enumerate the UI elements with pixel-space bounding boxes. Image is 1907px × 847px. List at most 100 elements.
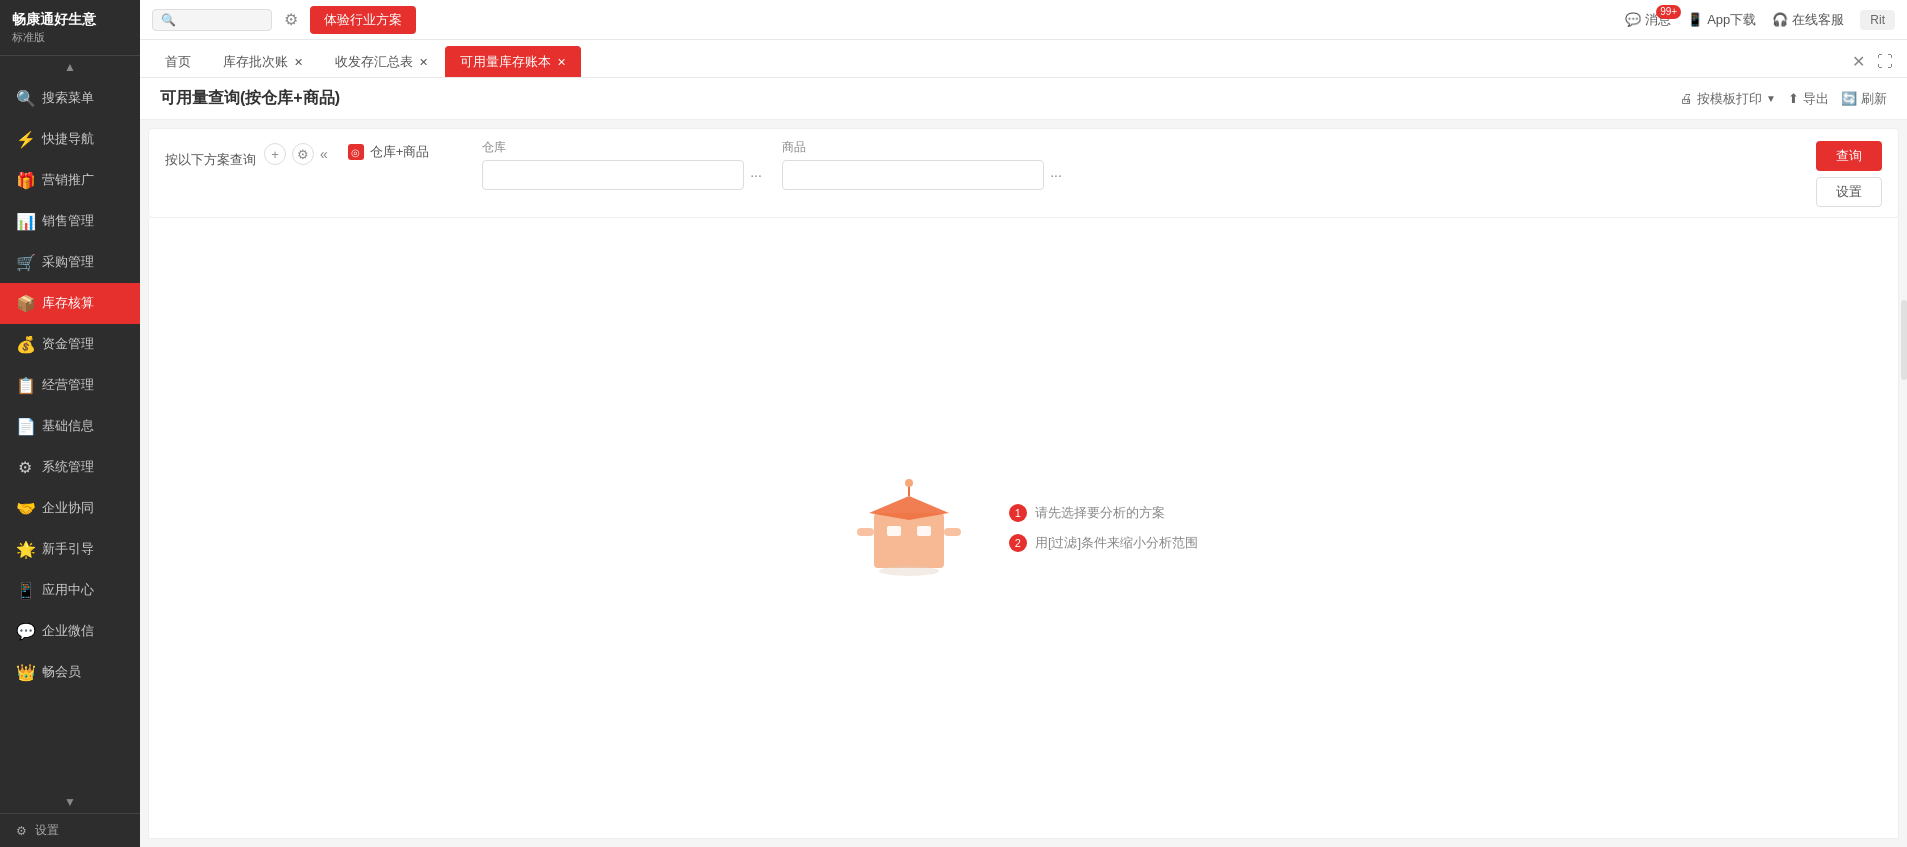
basic-icon: 📄 <box>16 417 34 436</box>
gear-icon: ⚙ <box>16 824 27 838</box>
warehouse-input[interactable] <box>482 160 744 190</box>
online-service-label: 在线客服 <box>1792 11 1844 29</box>
app-sub: 标准版 <box>12 30 128 45</box>
page-title: 可用量查询(按仓库+商品) <box>160 88 340 109</box>
scheme-item-warehouse-goods[interactable]: ◎ 仓库+商品 <box>340 139 470 165</box>
settings-scheme-btn[interactable]: ⚙ <box>292 143 314 165</box>
tab-home[interactable]: 首页 <box>150 46 206 77</box>
header-right: 💬 消息 99+ 📱 App下载 🎧 在线客服 Rit <box>1625 10 1895 30</box>
sidebar-item-guide[interactable]: 🌟 新手引导 <box>0 529 140 570</box>
hint-num-2: 2 <box>1009 534 1027 552</box>
sidebar-item-apps[interactable]: 📱 应用中心 <box>0 570 140 611</box>
user-menu[interactable]: Rit <box>1860 10 1895 30</box>
sidebar-label-operation: 经营管理 <box>42 376 94 394</box>
tab-close-batch[interactable]: ✕ <box>294 57 303 68</box>
app-download-link[interactable]: 📱 App下载 <box>1687 11 1756 29</box>
tab-label-available: 可用量库存账本 <box>460 53 551 71</box>
sidebar-item-wechat[interactable]: 💬 企业微信 <box>0 611 140 652</box>
warehouse-filter-label: 仓库 <box>482 139 762 156</box>
expand-window-btn[interactable]: ⛶ <box>1873 51 1897 73</box>
svg-point-8 <box>879 566 939 576</box>
tab-available[interactable]: 可用量库存账本 ✕ <box>445 46 581 77</box>
sidebar-item-sales[interactable]: 📊 销售管理 <box>0 201 140 242</box>
sidebar-label-sales: 销售管理 <box>42 212 94 230</box>
enterprise-icon: 🤝 <box>16 499 34 518</box>
wechat-icon: 💬 <box>16 622 34 641</box>
sidebar-item-system[interactable]: ⚙ 系统管理 <box>0 447 140 488</box>
sidebar-item-purchase[interactable]: 🛒 采购管理 <box>0 242 140 283</box>
refresh-btn[interactable]: 🔄 刷新 <box>1841 90 1887 108</box>
query-btn[interactable]: 查询 <box>1816 141 1882 171</box>
print-icon: 🖨 <box>1680 91 1693 106</box>
refresh-label: 刷新 <box>1861 90 1887 108</box>
sidebar-item-search[interactable]: 🔍 搜索菜单 <box>0 78 140 119</box>
settings-label: 设置 <box>35 822 59 839</box>
goods-more-btn[interactable]: ··· <box>1050 167 1062 183</box>
sidebar-label-marketing: 营销推广 <box>42 171 94 189</box>
phone-icon: 📱 <box>1687 12 1703 27</box>
scroll-down-btn[interactable]: ▼ <box>0 791 140 813</box>
sidebar-nav: 🔍 搜索菜单⚡ 快捷导航🎁 营销推广📊 销售管理🛒 采购管理📦 库存核算💰 资金… <box>0 78 140 791</box>
sidebar-item-basic[interactable]: 📄 基础信息 <box>0 406 140 447</box>
sidebar-bottom-actions[interactable]: ⚙ 设置 <box>0 813 140 847</box>
empty-robot-svg <box>849 468 969 588</box>
sidebar-item-finance[interactable]: 💰 资金管理 <box>0 324 140 365</box>
tab-batch[interactable]: 库存批次账✕ <box>208 46 318 77</box>
scroll-up-btn[interactable]: ▲ <box>0 56 140 78</box>
top-header: 🔍 ⚙ 体验行业方案 💬 消息 99+ 📱 App下载 🎧 在线客服 Rit <box>140 0 1907 40</box>
sidebar-label-system: 系统管理 <box>42 458 94 476</box>
sidebar-item-member[interactable]: 👑 畅会员 <box>0 652 140 693</box>
apps-icon: 📱 <box>16 581 34 600</box>
goods-input-row: ··· <box>782 160 1062 190</box>
collapse-scheme-btn[interactable]: « <box>320 146 328 162</box>
guide-icon: 🌟 <box>16 540 34 559</box>
sidebar-item-shortcut[interactable]: ⚡ 快捷导航 <box>0 119 140 160</box>
export-btn[interactable]: ⬆ 导出 <box>1788 90 1829 108</box>
tabs-bar: 首页库存批次账✕ 收发存汇总表 ✕ 可用量库存账本 ✕ ✕ ⛶ <box>140 40 1907 78</box>
query-buttons: 查询 设置 <box>1816 139 1882 207</box>
close-window-btn[interactable]: ✕ <box>1848 50 1869 73</box>
print-btn[interactable]: 🖨 按模板打印 ▼ <box>1680 90 1776 108</box>
tab-summary[interactable]: 收发存汇总表 ✕ <box>320 46 443 77</box>
marketing-icon: 🎁 <box>16 171 34 190</box>
query-filters: 仓库 ··· 商品 ··· <box>482 139 1804 190</box>
settings-btn[interactable]: 设置 <box>1816 177 1882 207</box>
header-gear-icon[interactable]: ⚙ <box>280 10 302 29</box>
sidebar-label-purchase: 采购管理 <box>42 253 94 271</box>
message-icon: 💬 <box>1625 12 1641 27</box>
tab-close-summary[interactable]: ✕ <box>419 57 428 68</box>
header-search-box[interactable]: 🔍 <box>152 9 272 31</box>
headset-icon: 🎧 <box>1772 12 1788 27</box>
scheme-label: 仓库+商品 <box>370 143 430 161</box>
warehouse-more-btn[interactable]: ··· <box>750 167 762 183</box>
search-icon: 🔍 <box>161 13 176 27</box>
tab-close-available[interactable]: ✕ <box>557 57 566 68</box>
shortcut-icon: ⚡ <box>16 130 34 149</box>
query-panel: 按以下方案查询 + ⚙ « ◎ 仓库+商品 仓库 <box>148 128 1899 218</box>
sidebar-label-wechat: 企业微信 <box>42 622 94 640</box>
warehouse-input-row: ··· <box>482 160 762 190</box>
goods-input[interactable] <box>782 160 1044 190</box>
sidebar-item-marketing[interactable]: 🎁 营销推广 <box>0 160 140 201</box>
app-title: 畅康通好生意 <box>12 10 128 30</box>
empty-text: 1 请先选择要分析的方案 2 用[过滤]条件来缩小分析范围 <box>1009 504 1198 552</box>
sidebar-item-enterprise[interactable]: 🤝 企业协同 <box>0 488 140 529</box>
page-content: 可用量查询(按仓库+商品) 🖨 按模板打印 ▼ ⬆ 导出 🔄 刷新 <box>140 78 1907 847</box>
tab-label-summary: 收发存汇总表 <box>335 53 413 71</box>
query-scheme-header: 按以下方案查询 + ⚙ « <box>165 139 328 169</box>
filter-warehouse: 仓库 ··· <box>482 139 762 190</box>
member-icon: 👑 <box>16 663 34 682</box>
empty-state: 1 请先选择要分析的方案 2 用[过滤]条件来缩小分析范围 <box>148 218 1899 839</box>
purchase-icon: 🛒 <box>16 253 34 272</box>
scheme-actions: + ⚙ « <box>264 143 328 165</box>
sidebar-item-inventory[interactable]: 📦 库存核算 <box>0 283 140 324</box>
sidebar-label-member: 畅会员 <box>42 663 81 681</box>
search-icon: 🔍 <box>16 89 34 108</box>
message-badge[interactable]: 💬 消息 99+ <box>1625 11 1671 29</box>
sidebar-label-guide: 新手引导 <box>42 540 94 558</box>
industry-btn[interactable]: 体验行业方案 <box>310 6 416 34</box>
add-scheme-btn[interactable]: + <box>264 143 286 165</box>
finance-icon: 💰 <box>16 335 34 354</box>
sidebar-item-operation[interactable]: 📋 经营管理 <box>0 365 140 406</box>
online-service-link[interactable]: 🎧 在线客服 <box>1772 11 1844 29</box>
